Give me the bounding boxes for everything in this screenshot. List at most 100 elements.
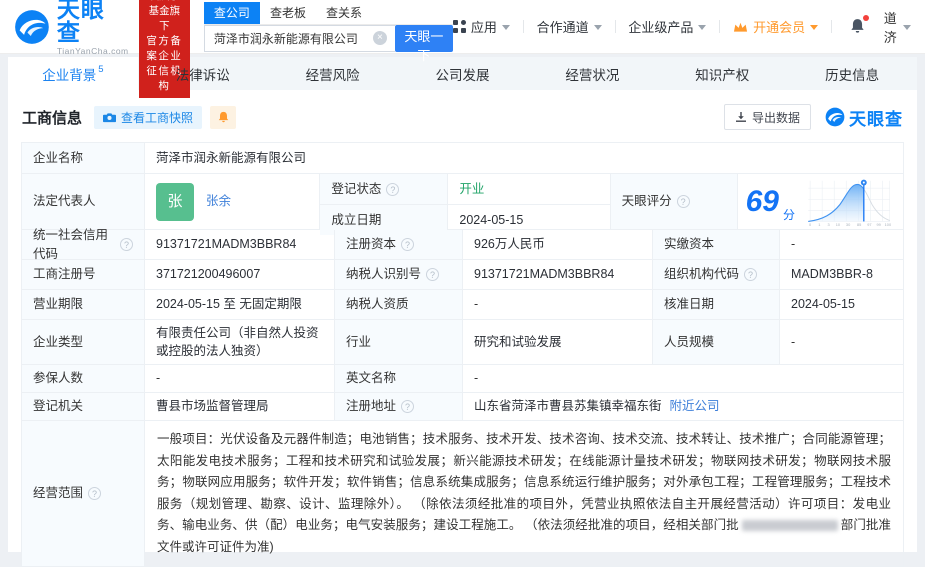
tab-operational-risk[interactable]: 经营风险	[268, 57, 398, 90]
search-tab-boss[interactable]: 查老板	[260, 2, 316, 24]
divider	[831, 20, 832, 33]
top-header: 天眼查 TianYanCha.com 国家中小企业发展子基金旗下 官方备案企业征…	[0, 0, 925, 98]
paid-capital-value: -	[791, 237, 796, 252]
divider	[719, 20, 721, 33]
nav-apps-label: 应用	[470, 20, 497, 35]
field-label-business-term: 营业期限	[22, 290, 145, 319]
field-label-credit-code: 统一社会信用代码	[22, 228, 145, 261]
field-label-registered-capital: 注册资本	[335, 230, 463, 259]
registered-capital-value: 926万人民币	[463, 230, 653, 259]
help-icon[interactable]	[676, 195, 690, 208]
nav-cooperation-label: 合作通道	[536, 20, 589, 35]
notification-dot	[862, 15, 869, 21]
tab-history-info[interactable]: 历史信息	[787, 57, 917, 90]
company-type-value: 有限责任公司（非自然人投资或控股的法人独资）	[145, 320, 335, 364]
tab-label: 知识产权	[695, 67, 750, 83]
chevron-down-icon	[501, 25, 510, 30]
clear-search-icon[interactable]	[372, 31, 387, 45]
nav-enterprise-products[interactable]: 企业级产品	[628, 17, 707, 36]
divider	[614, 20, 616, 33]
field-label-registration-authority: 登记机关	[22, 393, 145, 420]
search-input[interactable]	[203, 24, 395, 52]
tab-label: 经营风险	[305, 67, 360, 83]
download-icon	[735, 112, 746, 122]
nearby-companies-link[interactable]: 附近公司	[670, 397, 720, 415]
redacted-text-blur	[741, 520, 838, 532]
export-button-label: 导出数据	[751, 110, 800, 125]
field-label-registered-address: 注册地址	[335, 393, 463, 420]
search-button[interactable]: 天眼一下	[394, 24, 453, 63]
view-snapshot-button[interactable]: 查看工商快照	[94, 105, 203, 129]
svg-text:85: 85	[857, 222, 861, 227]
search-tab-relation[interactable]: 查关系	[316, 2, 372, 24]
field-label-taxpayer-id: 纳税人识别号	[335, 260, 463, 289]
brand-domain: TianYanCha.com	[56, 45, 129, 56]
approval-date-value: 2024-05-15	[791, 297, 855, 312]
company-section-tabs: 企业背景 5 法律诉讼 经营风险 公司发展 经营状况 知识产权 历史信息	[8, 57, 917, 90]
registered-address-cell: 山东省菏泽市曹县苏集镇幸福东街 附近公司	[463, 393, 903, 420]
field-label-company-type: 企业类型	[22, 320, 145, 364]
tab-operating-status[interactable]: 经营状况	[527, 57, 657, 90]
grid-icon	[452, 20, 466, 33]
registration-number-value: 371721200496007	[145, 260, 335, 289]
field-label-industry: 行业	[335, 320, 463, 364]
user-name: 道济	[883, 10, 897, 45]
credit-code-value: 91371721MADM3BBR84	[145, 230, 335, 259]
field-label-score: 天眼评分	[610, 174, 738, 229]
tab-company-development[interactable]: 公司发展	[398, 57, 528, 90]
nav-enterprise-label: 企业级产品	[628, 20, 694, 35]
tab-count-badge: 5	[98, 64, 104, 75]
chevron-down-icon	[810, 25, 819, 30]
crown-icon	[734, 22, 748, 32]
section-title: 工商信息	[22, 109, 83, 127]
staff-size-value: -	[791, 334, 796, 349]
svg-text:0: 0	[809, 222, 811, 227]
registration-authority-value: 曹县市场监督管理局	[145, 393, 335, 420]
search-tab-company[interactable]: 查公司	[203, 1, 260, 24]
industry-value: 研究和试验发展	[463, 320, 653, 364]
reg-status-value: 开业	[459, 182, 485, 196]
notifications-button[interactable]	[849, 15, 869, 35]
export-data-button[interactable]: 导出数据	[723, 104, 811, 130]
field-label-staff-size: 人员规模	[653, 320, 780, 364]
help-icon[interactable]	[401, 238, 415, 251]
legal-rep-avatar[interactable]: 张	[156, 182, 194, 221]
score-distribution-chart: 0 1 3 10 30 85 97 99 100	[808, 179, 891, 227]
svg-text:10: 10	[836, 222, 840, 227]
chevron-down-icon	[698, 25, 707, 30]
tab-legal-litigation[interactable]: 法律诉讼	[138, 57, 268, 90]
svg-text:97: 97	[867, 222, 871, 227]
help-icon[interactable]	[426, 268, 440, 281]
help-icon[interactable]	[88, 487, 102, 500]
field-label-paid-capital: 实缴资本	[653, 230, 780, 259]
nav-cooperation[interactable]: 合作通道	[537, 17, 602, 36]
company-name-value: 菏泽市润永新能源有限公司	[156, 150, 307, 165]
field-label-reg-status: 登记状态	[320, 174, 449, 205]
legal-rep-name-link[interactable]: 张余	[206, 192, 231, 210]
help-icon[interactable]	[401, 400, 415, 413]
nav-open-membership[interactable]: 开通会员	[733, 17, 819, 36]
monitor-alert-button[interactable]	[210, 105, 237, 129]
divider	[522, 20, 524, 33]
org-code-value: MADM3BBR-8	[791, 267, 873, 282]
search-type-tabs: 查公司 查老板 查关系	[203, 1, 453, 25]
nav-apps[interactable]: 应用	[452, 17, 510, 36]
help-icon[interactable]	[386, 182, 400, 196]
score-unit: 分	[782, 208, 795, 222]
tab-label: 经营状况	[565, 67, 620, 83]
brand-name: 天眼查	[56, 0, 105, 45]
user-menu[interactable]: 道济	[883, 8, 912, 46]
tab-company-background[interactable]: 企业背景 5	[8, 57, 138, 90]
svg-text:3: 3	[828, 222, 830, 227]
field-label-business-scope: 经营范围	[22, 421, 145, 566]
tianyancha-logo[interactable]: 天眼查 TianYanCha.com	[14, 0, 129, 55]
tab-intellectual-property[interactable]: 知识产权	[657, 57, 787, 90]
help-icon[interactable]	[120, 238, 133, 251]
help-icon[interactable]	[744, 268, 758, 281]
field-label-legal-rep: 法定代表人	[22, 174, 145, 229]
taxpayer-id-value: 91371721MADM3BBR84	[463, 260, 653, 289]
insured-count-value: -	[145, 365, 335, 392]
field-label-english-name: 英文名称	[335, 365, 463, 392]
tianyancha-watermark-icon	[825, 107, 845, 127]
score-value: 69	[745, 184, 779, 218]
